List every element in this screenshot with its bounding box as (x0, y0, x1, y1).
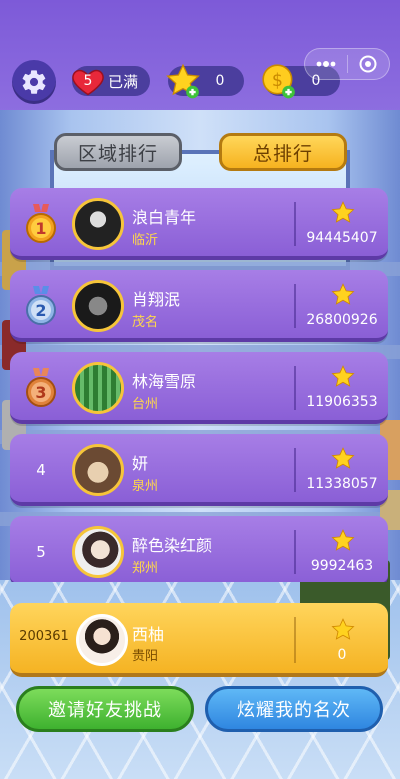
player-score: 94445407 (306, 230, 378, 246)
my-city: 贵阳 (132, 649, 159, 664)
avatar[interactable] (72, 526, 124, 578)
leaderboard-row[interactable]: 2 肖翔泯 茂名 26800926 (10, 270, 388, 342)
star-icon (331, 447, 355, 469)
close-button[interactable] (348, 49, 390, 79)
player-city: 郑州 (132, 561, 159, 576)
my-rank-number: 200361 (19, 629, 69, 644)
my-score: 0 (337, 647, 347, 663)
player-city: 台州 (132, 397, 159, 412)
player-name: 浪白青年 (132, 208, 197, 227)
leaderboard-row[interactable]: 3 林海雪原 台州 11906353 (10, 352, 388, 424)
rank-number: 4 (36, 461, 46, 479)
target-close-icon (359, 55, 377, 73)
player-name: 林海雪原 (132, 372, 197, 391)
tab-region-ranking[interactable]: 区域排行 (54, 133, 182, 171)
player-name: 妍 (132, 454, 149, 473)
player-score: 11906353 (306, 394, 378, 410)
player-name: 醉色染红颜 (132, 536, 213, 555)
lives-display[interactable]: 5 已满 (72, 66, 150, 96)
player-score: 26800926 (306, 312, 378, 328)
more-dots-icon (316, 61, 336, 67)
star-icon (331, 283, 355, 305)
gold-medal-icon: 1 (26, 204, 56, 243)
tab-total-ranking[interactable]: 总排行 (219, 133, 347, 171)
star-plus-icon (166, 63, 200, 99)
player-name: 肖翔泯 (132, 290, 181, 309)
stars-count: 0 (215, 73, 225, 89)
avatar[interactable] (72, 198, 124, 250)
player-score: 11338057 (306, 476, 378, 492)
rank-medal-bronze: 3 (16, 364, 66, 412)
mini-program-capsule (304, 48, 390, 80)
my-name: 西柚 (132, 625, 165, 644)
player-city: 茂名 (132, 315, 159, 330)
leaderboard-row[interactable]: 4 妍 泉州 11338057 (10, 434, 388, 506)
leaderboard-row[interactable]: 1 浪白青年 临沂 94445407 (10, 188, 388, 260)
show-my-rank-button[interactable]: 炫耀我的名次 (205, 686, 383, 732)
invite-friends-button[interactable]: 邀请好友挑战 (16, 686, 194, 732)
rank-medal-silver: 2 (16, 282, 66, 330)
lives-count: 5 (83, 73, 93, 89)
silver-medal-icon: 2 (26, 286, 56, 325)
star-icon (331, 529, 355, 551)
player-city: 泉州 (132, 479, 159, 494)
more-button[interactable] (305, 49, 347, 79)
lives-status: 已满 (108, 72, 139, 91)
settings-button[interactable] (12, 60, 56, 104)
avatar[interactable] (72, 362, 124, 414)
top-bar: 5 已满 0 $ 0 (0, 0, 400, 110)
avatar[interactable] (72, 280, 124, 332)
star-icon (331, 365, 355, 387)
svg-text:3: 3 (35, 383, 46, 402)
my-rank-row[interactable]: 200361 西柚 贵阳 0 (10, 603, 388, 677)
svg-text:2: 2 (35, 301, 46, 320)
gear-icon (22, 70, 46, 94)
player-city: 临沂 (132, 233, 159, 248)
my-avatar[interactable] (76, 614, 128, 666)
bronze-medal-icon: 3 (26, 368, 56, 407)
rank-medal-gold: 1 (16, 200, 66, 248)
leaderboard-list[interactable]: 1 浪白青年 临沂 94445407 2 肖翔泯 茂名 26800926 3 林… (0, 188, 400, 582)
leaderboard-row[interactable]: 5 醉色染红颜 郑州 9992463 (10, 516, 388, 582)
player-score: 9992463 (310, 558, 374, 574)
star-icon (331, 201, 355, 223)
rank-number: 5 (36, 543, 46, 561)
coin-plus-icon: $ (262, 64, 295, 99)
svg-text:1: 1 (35, 219, 46, 238)
svg-text:$: $ (272, 71, 283, 91)
stars-display[interactable]: 0 (166, 63, 244, 99)
star-icon (331, 618, 355, 640)
avatar[interactable] (72, 444, 124, 496)
